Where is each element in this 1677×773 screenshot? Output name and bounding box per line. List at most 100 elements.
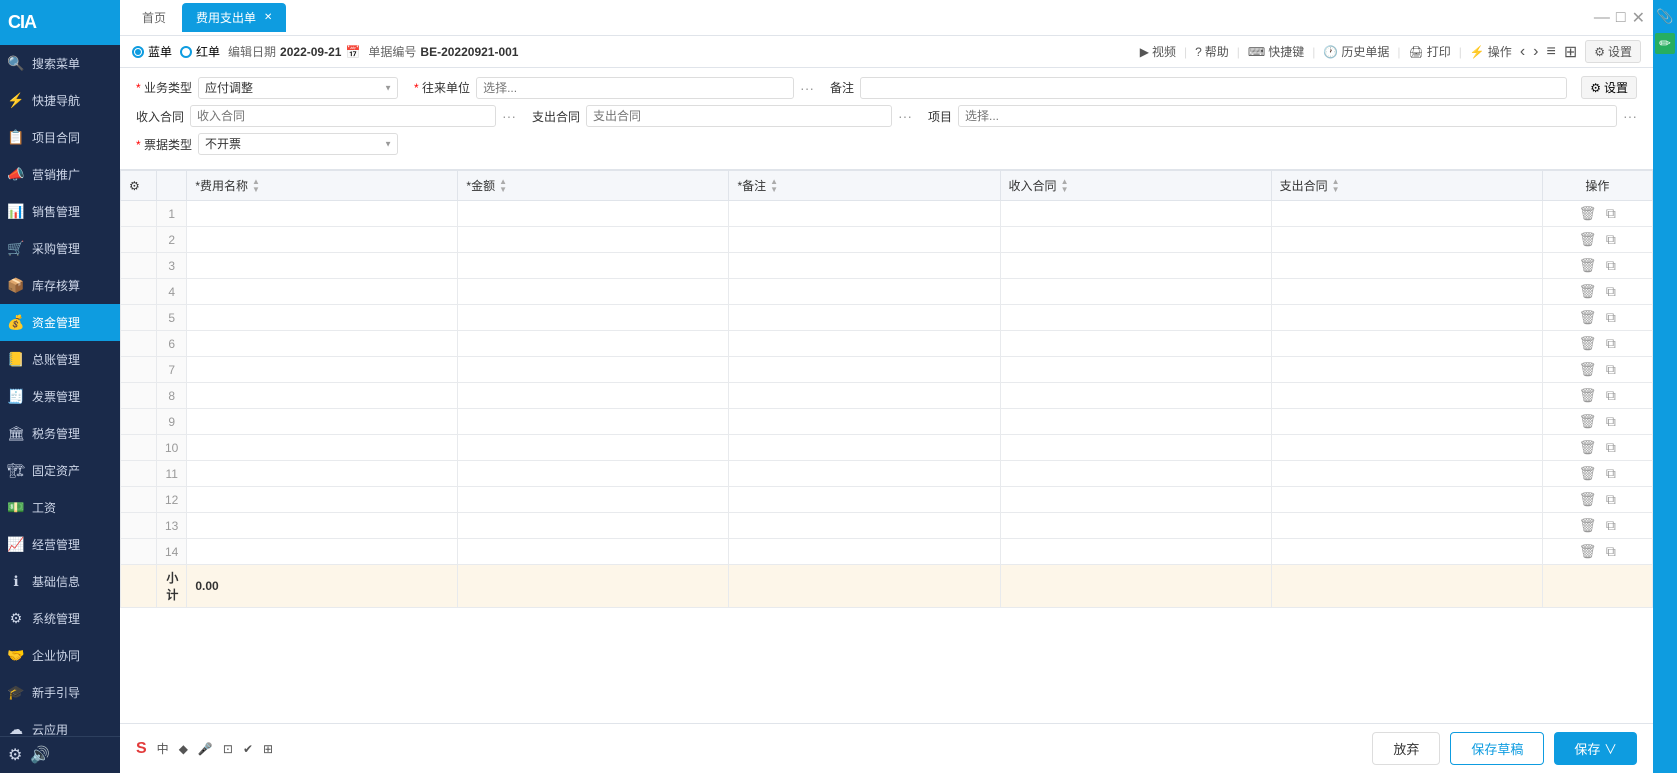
copy-row-icon[interactable]: ⧉	[1606, 257, 1616, 273]
delete-row-icon[interactable]: 🗑	[1579, 465, 1597, 481]
delete-row-icon[interactable]: 🗑	[1579, 413, 1597, 429]
expense-contract-cell[interactable]	[1271, 383, 1542, 409]
expense-contract-cell[interactable]	[1271, 461, 1542, 487]
set-button[interactable]: ⚙ 设置	[1585, 40, 1641, 63]
delete-row-icon[interactable]: 🗑	[1579, 205, 1597, 221]
notes-cell[interactable]	[729, 357, 1000, 383]
sidebar-item-cloud-apps[interactable]: ☁ 云应用	[0, 711, 120, 736]
copy-row-icon[interactable]: ⧉	[1606, 231, 1616, 247]
copy-row-icon[interactable]: ⧉	[1606, 465, 1616, 481]
notes-cell[interactable]	[729, 409, 1000, 435]
amount-cell[interactable]	[458, 487, 729, 513]
amount-cell[interactable]	[458, 409, 729, 435]
expense-name-cell[interactable]	[187, 253, 458, 279]
delete-row-icon[interactable]: 🗑	[1579, 283, 1597, 299]
help-button[interactable]: ? 帮助	[1195, 43, 1229, 60]
copy-row-icon[interactable]: ⧉	[1606, 387, 1616, 403]
income-contract-cell[interactable]	[1000, 487, 1271, 513]
expense-contract-more-icon[interactable]: ···	[898, 108, 912, 124]
prev-nav-button[interactable]: ‹	[1520, 43, 1525, 61]
expense-name-cell[interactable]	[187, 409, 458, 435]
sidebar-item-quicknav[interactable]: ⚡ 快捷导航	[0, 82, 120, 119]
delete-row-icon[interactable]: 🗑	[1579, 543, 1597, 559]
amount-cell[interactable]	[458, 383, 729, 409]
sidebar-item-tax[interactable]: 🏛 税务管理	[0, 415, 120, 452]
expense-name-cell[interactable]	[187, 487, 458, 513]
tab-expense[interactable]: 费用支出单 ✕	[182, 3, 286, 32]
income-contract-cell[interactable]	[1000, 409, 1271, 435]
delete-row-icon[interactable]: 🗑	[1579, 335, 1597, 351]
sidebar-item-inventory[interactable]: 📦 库存核算	[0, 267, 120, 304]
sidebar-item-new-guide[interactable]: 🎓 新手引导	[0, 674, 120, 711]
notes-cell[interactable]	[729, 279, 1000, 305]
sidebar-item-marketing[interactable]: 📣 营销推广	[0, 156, 120, 193]
shortcut-button[interactable]: ⌨ 快捷键	[1248, 43, 1304, 60]
sidebar-item-basic-info[interactable]: ℹ 基础信息	[0, 563, 120, 600]
amount-cell[interactable]	[458, 227, 729, 253]
col-settings[interactable]: ⚙	[121, 171, 157, 201]
window-minimize-button[interactable]: —	[1594, 9, 1610, 27]
expense-contract-cell[interactable]	[1271, 305, 1542, 331]
amount-cell[interactable]	[458, 435, 729, 461]
expense-name-cell[interactable]	[187, 357, 458, 383]
sidebar-item-project[interactable]: 📋 项目合同	[0, 119, 120, 156]
sidebar-item-procurement[interactable]: 🛒 采购管理	[0, 230, 120, 267]
grid-view-button[interactable]: ⊞	[1564, 42, 1577, 62]
expense-name-cell[interactable]	[187, 305, 458, 331]
notes-input[interactable]	[860, 77, 1567, 99]
notes-cell[interactable]	[729, 539, 1000, 565]
sidebar-item-enterprise[interactable]: 🤝 企业协同	[0, 637, 120, 674]
invoice-type-select[interactable]: 不开票	[198, 133, 398, 155]
copy-row-icon[interactable]: ⧉	[1606, 439, 1616, 455]
copy-row-icon[interactable]: ⧉	[1606, 517, 1616, 533]
expense-contract-cell[interactable]	[1271, 201, 1542, 227]
expense-name-cell[interactable]	[187, 279, 458, 305]
income-contract-cell[interactable]	[1000, 539, 1271, 565]
calendar-icon[interactable]: 📅	[345, 45, 360, 59]
sidebar-item-fixed-assets[interactable]: 🏗 固定资产	[0, 452, 120, 489]
expense-contract-cell[interactable]	[1271, 487, 1542, 513]
save-draft-button[interactable]: 保存草稿	[1450, 732, 1544, 765]
chinese-input-icon[interactable]: 中	[157, 740, 169, 757]
expense-contract-cell[interactable]	[1271, 253, 1542, 279]
red-bill-radio[interactable]: 红单	[180, 43, 220, 60]
save-button[interactable]: 保存 ∨	[1554, 732, 1637, 765]
sidebar-item-system[interactable]: ⚙ 系统管理	[0, 600, 120, 637]
delete-row-icon[interactable]: 🗑	[1579, 491, 1597, 507]
income-contract-cell[interactable]	[1000, 227, 1271, 253]
counterparty-more-icon[interactable]: ···	[800, 80, 814, 96]
delete-row-icon[interactable]: 🗑	[1579, 231, 1597, 247]
income-contract-cell[interactable]	[1000, 305, 1271, 331]
copy-row-icon[interactable]: ⧉	[1606, 543, 1616, 559]
amount-cell[interactable]	[458, 539, 729, 565]
amount-cell[interactable]	[458, 305, 729, 331]
income-contract-cell[interactable]	[1000, 279, 1271, 305]
income-contract-sort[interactable]: ▲▼	[1061, 178, 1069, 194]
amount-cell[interactable]	[458, 461, 729, 487]
expense-name-cell[interactable]	[187, 539, 458, 565]
expense-contract-cell[interactable]	[1271, 513, 1542, 539]
income-contract-cell[interactable]	[1000, 201, 1271, 227]
next-nav-button[interactable]: ›	[1533, 43, 1538, 61]
fullscreen-icon[interactable]: ⊡	[223, 742, 233, 756]
income-contract-cell[interactable]	[1000, 331, 1271, 357]
tab-close-button[interactable]: ✕	[264, 12, 272, 23]
blue-bill-radio[interactable]: 蓝单	[132, 43, 172, 60]
income-contract-cell[interactable]	[1000, 435, 1271, 461]
sidebar-item-capital[interactable]: 💰 资金管理	[0, 304, 120, 341]
window-maximize-button[interactable]: □	[1616, 9, 1626, 27]
amount-cell[interactable]	[458, 279, 729, 305]
delete-row-icon[interactable]: 🗑	[1579, 361, 1597, 377]
sidebar-item-operations[interactable]: 📈 经营管理	[0, 526, 120, 563]
expense-contract-cell[interactable]	[1271, 357, 1542, 383]
sidebar-item-invoice[interactable]: 🧾 发票管理	[0, 378, 120, 415]
settings-gear-icon[interactable]: ⚙	[8, 745, 22, 765]
income-contract-cell[interactable]	[1000, 357, 1271, 383]
amount-cell[interactable]	[458, 357, 729, 383]
amount-sort[interactable]: ▲▼	[499, 178, 507, 194]
voice-input-icon[interactable]: 🎤	[198, 742, 213, 756]
expense-name-cell[interactable]	[187, 331, 458, 357]
amount-cell[interactable]	[458, 201, 729, 227]
amount-cell[interactable]	[458, 513, 729, 539]
expense-name-sort[interactable]: ▲▼	[252, 178, 260, 194]
